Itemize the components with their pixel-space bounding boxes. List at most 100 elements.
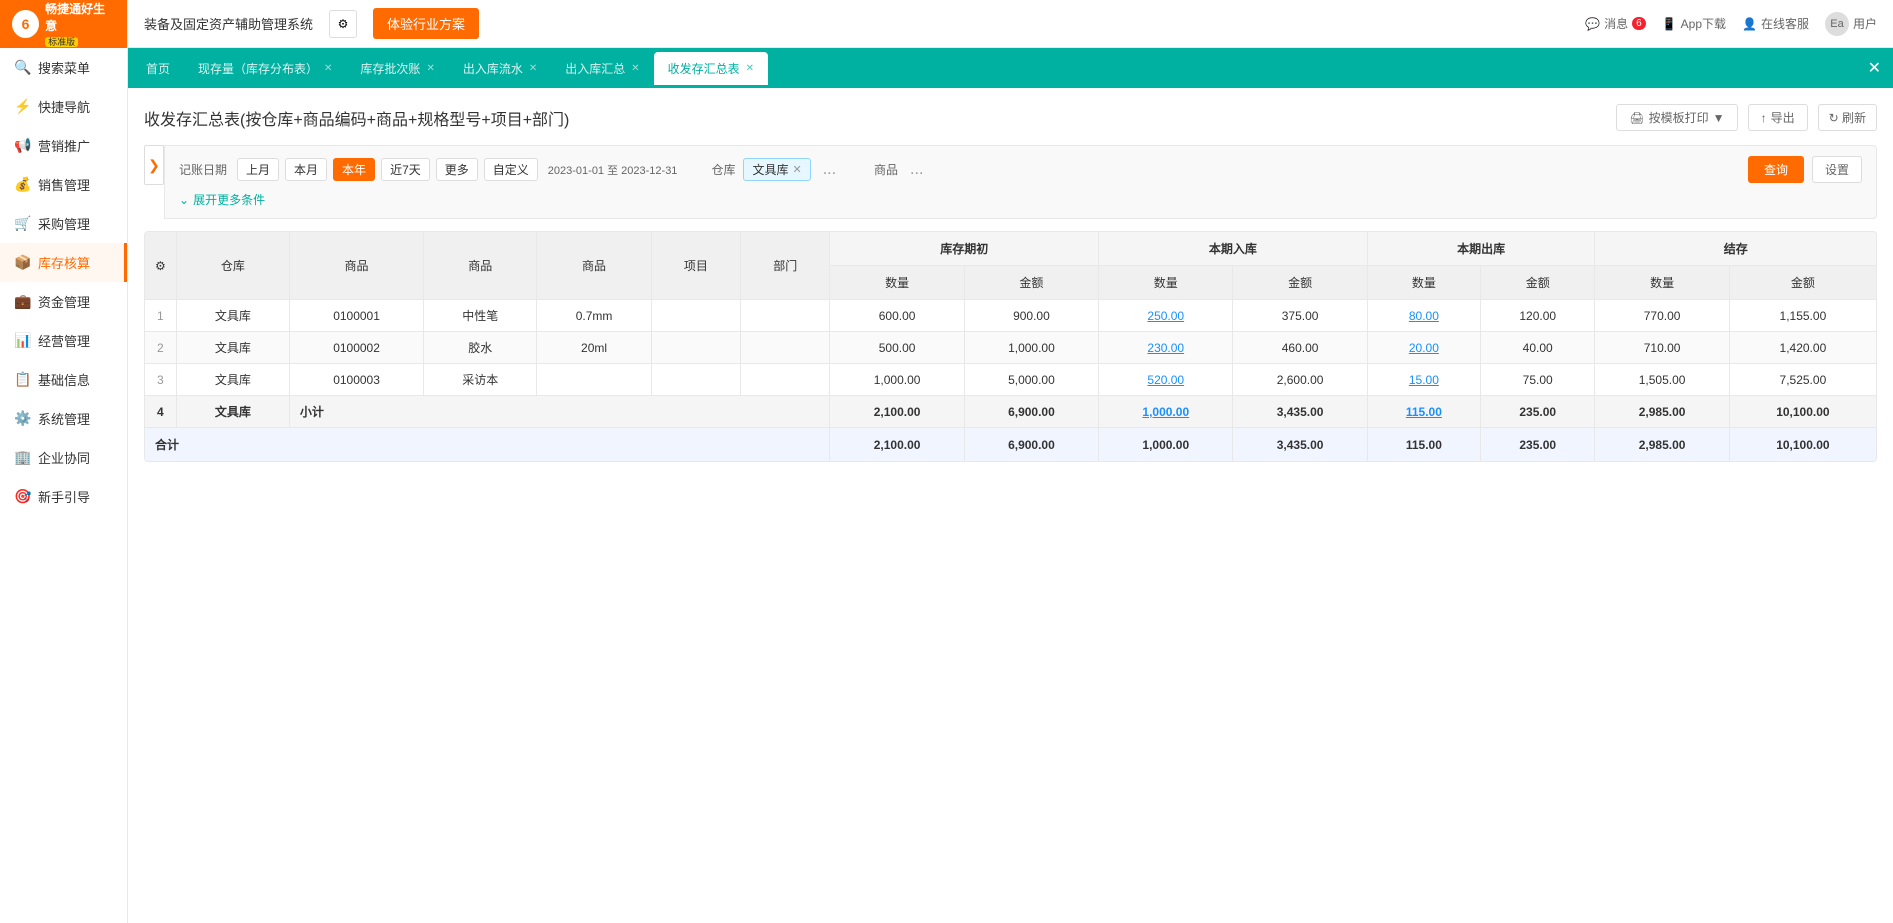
warehouse-filter: 仓库 文具库 ✕ ... — [711, 158, 840, 181]
tab-close-inout-flow[interactable]: ✕ — [529, 63, 537, 74]
th-group-inbound: 本期入库 — [1099, 232, 1368, 266]
th-settings[interactable]: ⚙ — [145, 232, 176, 300]
cell-opening-amt: 5,000.00 — [964, 364, 1098, 396]
cell-closing-qty: 770.00 — [1595, 300, 1729, 332]
tab-inout-flow[interactable]: 出入库流水✕ — [449, 52, 551, 85]
tab-batch[interactable]: 库存批次账✕ — [346, 52, 448, 85]
filter-dates: 上月 本月 本年 近7天 更多 自定义 — [237, 158, 538, 181]
trial-btn[interactable]: 体验行业方案 — [373, 8, 479, 39]
subtotal-inbound-qty[interactable]: 1,000.00 — [1099, 396, 1233, 428]
gear-button[interactable]: ⚙ — [329, 10, 357, 38]
date-btn-cur-year[interactable]: 本年 — [333, 158, 375, 181]
tab-close-recv-send-summary[interactable]: ✕ — [746, 63, 754, 74]
cell-code: 0100002 — [289, 332, 423, 364]
export-btn[interactable]: ↑ 导出 — [1748, 104, 1808, 131]
sidebar-item-marketing[interactable]: 📢营销推广 — [0, 126, 127, 165]
tab-close-batch[interactable]: ✕ — [426, 63, 434, 74]
filter-collapse-arrow[interactable]: ❯ — [144, 145, 164, 185]
service-icon: 👤 — [1742, 17, 1757, 31]
date-btn-more[interactable]: 更多 — [436, 158, 478, 181]
sidebar-item-guide[interactable]: 🎯新手引导 — [0, 477, 127, 516]
sidebar-item-inventory[interactable]: 📦库存核算 — [0, 243, 127, 282]
subtotal-inbound-amt: 3,435.00 — [1233, 396, 1367, 428]
sidebar-item-enterprise[interactable]: 🏢企业协同 — [0, 438, 127, 477]
sidebar-item-search[interactable]: 🔍搜索菜单 — [0, 48, 127, 87]
cell-inbound-qty[interactable]: 520.00 — [1099, 364, 1233, 396]
cell-outbound-qty[interactable]: 80.00 — [1367, 300, 1480, 332]
tab-home[interactable]: 首页 — [132, 52, 184, 85]
footer-outbound-qty: 115.00 — [1367, 428, 1480, 462]
warehouse-tag-close[interactable]: ✕ — [792, 163, 801, 176]
settings-filter-btn[interactable]: 设置 — [1812, 156, 1862, 183]
assets-icon: 💼 — [14, 293, 32, 310]
print-btn[interactable]: 🖨 按模板打印 ▼ — [1616, 104, 1737, 131]
tab-recv-send-summary[interactable]: 收发存汇总表✕ — [654, 52, 768, 85]
refresh-btn[interactable]: ↻ 刷新 — [1818, 104, 1877, 131]
sidebar-item-purchase[interactable]: 🛒采购管理 — [0, 204, 127, 243]
filter-row-1: 记账日期 上月 本月 本年 近7天 更多 自定义 2023-01-01 至 20… — [179, 156, 1862, 183]
cell-warehouse: 文具库 — [176, 300, 289, 332]
footer-closing-qty: 2,985.00 — [1595, 428, 1729, 462]
sidebar-item-assets[interactable]: 💼资金管理 — [0, 282, 127, 321]
warehouse-tag[interactable]: 文具库 ✕ — [743, 158, 810, 181]
print-icon: 🖨 — [1629, 111, 1644, 125]
inventory-icon: 📦 — [14, 254, 32, 271]
logo-icon: 6 — [12, 10, 39, 38]
goods-more-dots[interactable]: ... — [906, 161, 927, 179]
sidebar-item-label: 系统管理 — [38, 409, 90, 428]
table-subtotal-row: 4 文具库 小计 2,100.00 6,900.00 1,000.00 3,43… — [145, 396, 1876, 428]
cell-inbound-qty[interactable]: 250.00 — [1099, 300, 1233, 332]
tab-inventory-dist[interactable]: 现存量（库存分布表） ✕ — [184, 52, 346, 85]
cell-num: 2 — [145, 332, 176, 364]
warehouse-label: 仓库 — [711, 161, 735, 178]
subtotal-warehouse: 文具库 — [176, 396, 289, 428]
query-btn[interactable]: 查询 — [1748, 156, 1804, 183]
cell-opening-qty: 600.00 — [830, 300, 964, 332]
tab-label: 现存量（库存分布表） — [198, 60, 318, 77]
online-service-action[interactable]: 👤 在线客服 — [1742, 15, 1809, 32]
sidebar: 6 畅捷通好生意 标准版 🔍搜索菜单⚡快捷导航📢营销推广💰销售管理🛒采购管理📦库… — [0, 0, 128, 923]
date-btn-7days[interactable]: 近7天 — [381, 158, 430, 181]
data-table: ⚙ 仓库 商品 商品 商品 项目 部门 库存期初 本期入库 本期出库 结存 — [145, 232, 1876, 461]
cell-inbound-amt: 460.00 — [1233, 332, 1367, 364]
tab-inout-summary[interactable]: 出入库汇总✕ — [551, 52, 653, 85]
date-btn-cur-month[interactable]: 本月 — [285, 158, 327, 181]
th-product-name: 商品 — [424, 232, 537, 300]
cell-opening-amt: 900.00 — [964, 300, 1098, 332]
cell-outbound-qty[interactable]: 15.00 — [1367, 364, 1480, 396]
cell-spec: 0.7mm — [537, 300, 651, 332]
page-title-row: 收发存汇总表(按仓库+商品编码+商品+规格型号+项目+部门) 🖨 按模板打印 ▼… — [144, 104, 1877, 131]
sidebar-item-label: 企业协同 — [38, 448, 90, 467]
th-closing-amt: 金额 — [1729, 266, 1876, 300]
cell-spec: 20ml — [537, 332, 651, 364]
cell-num: 3 — [145, 364, 176, 396]
sidebar-item-label: 采购管理 — [38, 214, 90, 233]
cell-inbound-amt: 2,600.00 — [1233, 364, 1367, 396]
app-download-action[interactable]: 📱 App下载 — [1662, 15, 1726, 32]
goods-filter: 商品 ... — [874, 161, 927, 179]
cell-inbound-qty[interactable]: 230.00 — [1099, 332, 1233, 364]
export-icon: ↑ — [1761, 111, 1767, 125]
th-product-code: 商品 — [289, 232, 423, 300]
date-btn-prev-month[interactable]: 上月 — [237, 158, 279, 181]
messages-action[interactable]: 💬 消息 6 — [1585, 15, 1646, 32]
sidebar-item-quick-nav[interactable]: ⚡快捷导航 — [0, 87, 127, 126]
sidebar-item-system[interactable]: ⚙️系统管理 — [0, 399, 127, 438]
tab-close-inout-summary[interactable]: ✕ — [631, 63, 639, 74]
sidebar-item-operations[interactable]: 📊经营管理 — [0, 321, 127, 360]
table-row: 2 文具库 0100002 胶水 20ml 500.00 1,000.00 23… — [145, 332, 1876, 364]
expand-row: ⌄ 展开更多条件 — [179, 191, 1862, 208]
tab-close-inventory-dist[interactable]: ✕ — [324, 63, 332, 74]
cell-project — [651, 300, 740, 332]
sidebar-item-basic-info[interactable]: 📋基础信息 — [0, 360, 127, 399]
subtotal-label: 小计 — [289, 396, 830, 428]
sidebar-item-sales[interactable]: 💰销售管理 — [0, 165, 127, 204]
close-all-tabs-button[interactable]: ✕ — [1860, 50, 1889, 86]
expand-conditions-btn[interactable]: ⌄ 展开更多条件 — [179, 191, 1862, 208]
subtotal-outbound-qty[interactable]: 115.00 — [1367, 396, 1480, 428]
date-btn-custom[interactable]: 自定义 — [484, 158, 538, 181]
warehouse-more-dots[interactable]: ... — [819, 161, 840, 179]
user-action[interactable]: Ea 用户 — [1825, 12, 1877, 36]
cell-outbound-qty[interactable]: 20.00 — [1367, 332, 1480, 364]
cell-name: 采访本 — [424, 364, 537, 396]
